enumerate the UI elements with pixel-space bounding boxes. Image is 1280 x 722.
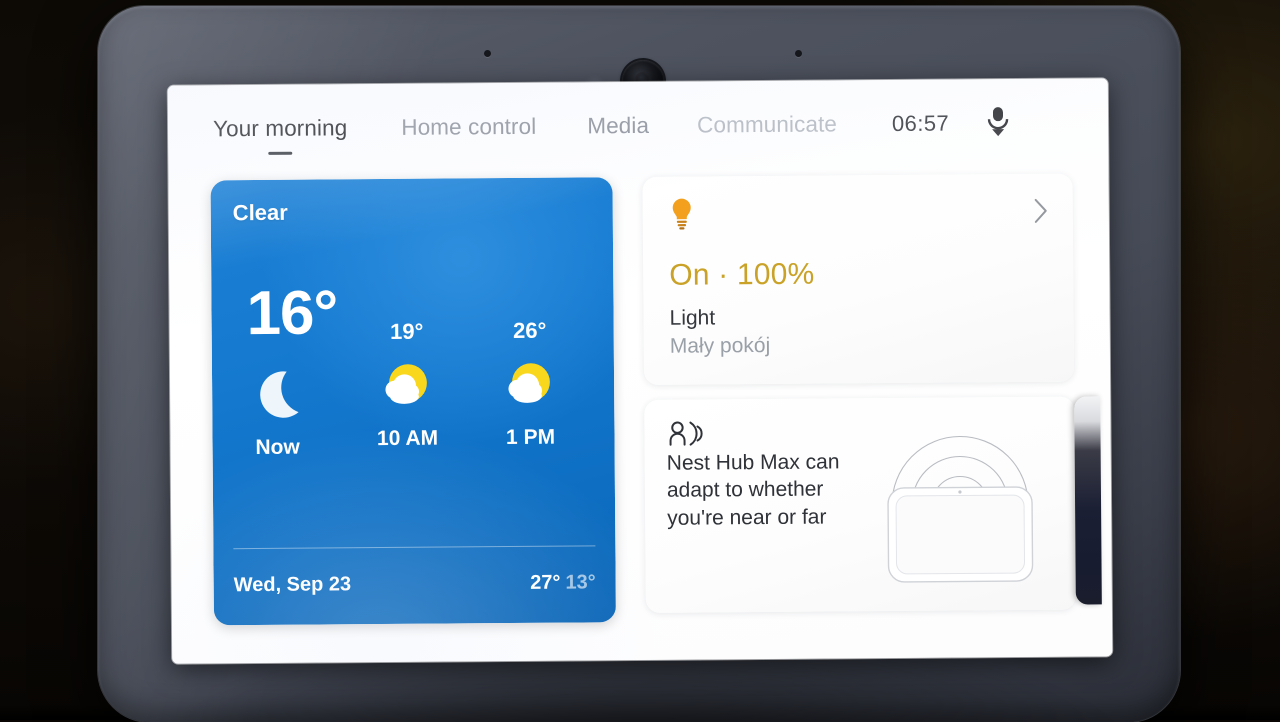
light-state-label: On · 100% [669, 257, 815, 292]
weather-hour-1-label: 10 AM [376, 426, 439, 451]
nest-tip-text: Nest Hub Max can adapt to whether you're… [666, 450, 840, 530]
tab-active-underline [268, 151, 293, 155]
weather-hour-1-temp: 19° [389, 318, 424, 344]
tab-your-morning[interactable]: Your morning [212, 110, 348, 155]
weather-hour-2-temp: 26° [512, 317, 547, 343]
cards-container: Clear 16° Now 19° 10 AM 26° 1 PM Wed, Se… [210, 173, 1112, 663]
weather-hour-now-label: Now [255, 435, 300, 460]
weather-low: 13° [565, 570, 596, 594]
bezel-dot-left-icon [484, 50, 491, 57]
tab-media-label: Media [587, 112, 650, 139]
offscreen-card-edge[interactable] [1074, 396, 1102, 605]
tab-media[interactable]: Media [587, 108, 649, 139]
light-room-name: Mały pokój [669, 333, 771, 358]
nest-tip-card[interactable]: Nest Hub Max can adapt to whether you're… [644, 396, 1076, 613]
status-clock: 06:57 [891, 110, 950, 137]
right-card-column: On · 100% Light Mały pokój Nest Hub Max … [642, 173, 1076, 613]
weather-hour-now: Now [222, 355, 333, 460]
tab-your-morning-label: Your morning [212, 115, 348, 142]
nest-hub-ultrasound-illustration [869, 419, 1050, 590]
weather-hour-2-label: 1 PM [505, 425, 556, 450]
weather-date-label: Wed, Sep 23 [233, 572, 352, 596]
weather-hour-2: 26° 1 PM [475, 317, 586, 450]
tab-home-control-label: Home control [401, 113, 537, 140]
light-device-name: Light [669, 306, 716, 330]
device-screen[interactable]: Your morning Home control Media Communic… [167, 78, 1113, 664]
partly-cloudy-day-icon [352, 354, 462, 417]
weather-divider [233, 545, 596, 550]
top-tab-bar: Your morning Home control Media Communic… [168, 104, 1108, 167]
chevron-right-icon[interactable] [1033, 198, 1049, 224]
screen-surface: Your morning Home control Media Communic… [167, 78, 1113, 664]
weather-card[interactable]: Clear 16° Now 19° 10 AM 26° 1 PM Wed, Se… [210, 177, 616, 626]
tab-communicate-label: Communicate [696, 111, 838, 138]
tab-communicate[interactable]: Communicate [697, 106, 837, 138]
weather-condition-label: Clear [232, 199, 288, 226]
tab-home-control[interactable]: Home control [401, 109, 536, 141]
moon-icon [222, 363, 332, 426]
partly-cloudy-day-icon [475, 353, 585, 416]
nest-hub-max-device: Your morning Home control Media Communic… [98, 6, 1180, 722]
weather-range: 27° 13° [530, 571, 596, 595]
device-camera-bar [98, 34, 1180, 102]
weather-hour-1: 19° 10 AM [352, 318, 463, 451]
weather-current-temperature: 16° [246, 278, 338, 349]
lightbulb-icon [669, 197, 695, 231]
weather-high: 27° [530, 571, 561, 594]
person-presence-icon [666, 419, 710, 447]
weather-footer: Wed, Sep 23 27° 13° [234, 565, 596, 602]
light-control-card[interactable]: On · 100% Light Mały pokój [642, 173, 1075, 385]
bezel-dot-right-icon [795, 50, 802, 57]
microphone-icon[interactable] [985, 105, 1011, 139]
